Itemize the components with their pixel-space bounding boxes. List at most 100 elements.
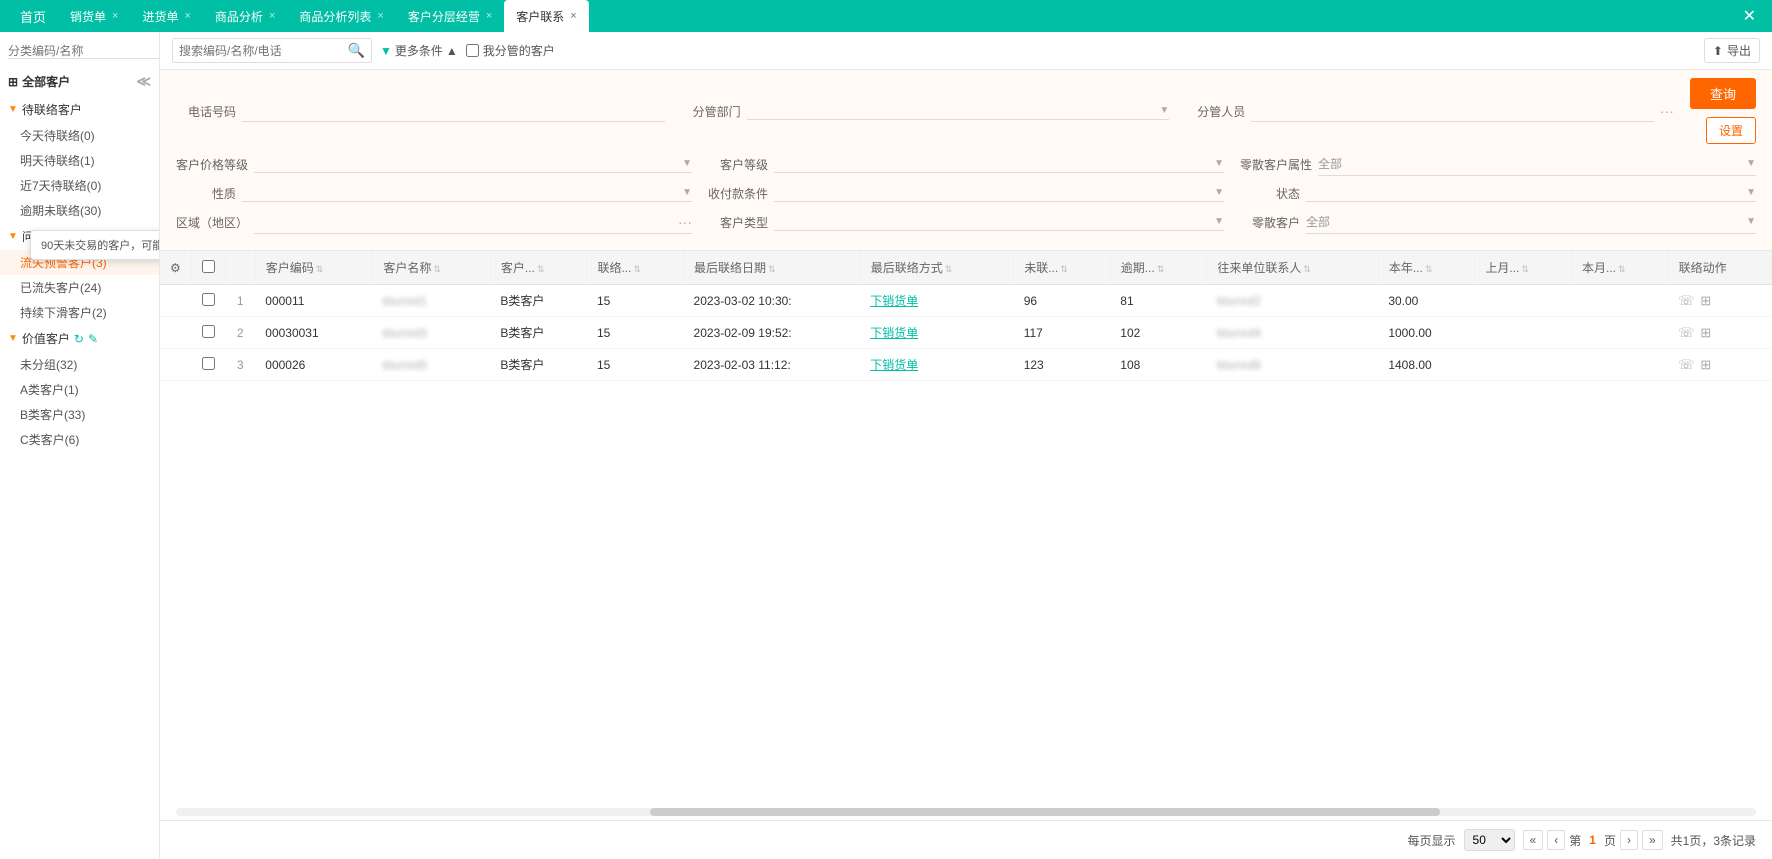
action-phone-icon-0[interactable]: ☏	[1678, 293, 1694, 309]
settings-cell-0	[160, 285, 191, 317]
prev-page-btn[interactable]: ‹	[1547, 830, 1565, 850]
retail-attr-select[interactable]: 全部 ▼	[1318, 152, 1756, 176]
dept-label: 分管部门	[681, 103, 741, 120]
thismonth-col-header[interactable]: 本月...⇅	[1572, 251, 1669, 285]
row-checkbox-2[interactable]	[202, 357, 215, 370]
nav-tab-4[interactable]: 客户分层经营 ×	[396, 0, 504, 32]
search-input[interactable]	[179, 44, 348, 58]
table-wrap: ⚙ 客户编码⇅ 客户名称⇅ 客户...⇅ 联络...⇅ 最后联络日期⇅ 最后联络…	[160, 251, 1772, 804]
sidebar-search-input[interactable]	[8, 44, 160, 59]
sidebar-item-churned[interactable]: 已流失客户(24)	[0, 275, 159, 300]
type-col-header[interactable]: 客户...⇅	[490, 251, 587, 285]
contact-col-header[interactable]: 联络...⇅	[587, 251, 684, 285]
scrollbar-thumb[interactable]	[650, 808, 1440, 816]
close-tab-3[interactable]: ×	[377, 10, 383, 22]
action-more-icon-2[interactable]: ⊞	[1700, 357, 1711, 373]
my-customers-toggle[interactable]: 我分管的客户	[466, 42, 555, 59]
settings-col-header[interactable]: ⚙	[160, 251, 191, 285]
lastdate-col-header[interactable]: 最后联络日期⇅	[684, 251, 861, 285]
dept-select[interactable]: ▼	[747, 102, 1170, 120]
sidebar-all-customers[interactable]: ⊞ 全部客户 ≪	[0, 67, 159, 96]
contact2-col-header[interactable]: 往来单位联系人⇅	[1207, 251, 1378, 285]
table-row: 3 000026 blurred5 B类客户 15 2023-02-03 11:…	[160, 349, 1772, 381]
customer-level-select[interactable]: ▼	[774, 155, 1224, 173]
table-footer: 每页显示 50 100 200 « ‹ 第 1 页 › » 共1页，3条记录	[160, 820, 1772, 859]
nav-tab-3[interactable]: 商品分析列表 ×	[287, 0, 395, 32]
last-page-btn[interactable]: »	[1642, 830, 1663, 850]
nav-tab-0[interactable]: 销货单 ×	[58, 0, 130, 32]
checkbox-cell-2[interactable]	[191, 349, 225, 381]
sidebar-item-c-class[interactable]: C类客户(6)	[0, 427, 159, 452]
code-col-header[interactable]: 客户编码⇅	[255, 251, 373, 285]
manager-more-icon[interactable]: ···	[1660, 103, 1674, 119]
row-checkbox-1[interactable]	[202, 325, 215, 338]
name-col-header[interactable]: 客户名称⇅	[373, 251, 491, 285]
nav-tab-2[interactable]: 商品分析 ×	[203, 0, 287, 32]
lastmethod-cell-1[interactable]: 下销货单	[860, 317, 1013, 349]
close-tab-4[interactable]: ×	[486, 10, 492, 22]
nature-select[interactable]: ▼	[242, 184, 692, 202]
action-phone-icon-2[interactable]: ☏	[1678, 357, 1694, 373]
my-customers-checkbox[interactable]	[466, 44, 479, 57]
horizontal-scrollbar[interactable]	[176, 808, 1756, 816]
customer-type-select[interactable]: ▼	[774, 213, 1224, 231]
retail-select[interactable]: 全部 ▼	[1306, 210, 1756, 234]
lastmonth-col-header[interactable]: 上月...⇅	[1475, 251, 1572, 285]
sidebar-collapse-icon[interactable]: ≪	[136, 73, 151, 90]
refresh-icon[interactable]: ↻	[74, 332, 84, 346]
search-button[interactable]: 🔍	[348, 42, 365, 59]
sidebar-item-a-class[interactable]: A类客户(1)	[0, 377, 159, 402]
export-button[interactable]: ⬆ 导出	[1704, 38, 1760, 63]
close-all-button[interactable]: ✕	[1735, 6, 1764, 26]
payment-select[interactable]: ▼	[774, 184, 1224, 202]
row-checkbox-0[interactable]	[202, 293, 215, 306]
status-label: 状态	[1240, 185, 1300, 202]
sidebar-group-pending[interactable]: ▼ 待联络客户	[0, 96, 159, 123]
per-page-select[interactable]: 50 100 200	[1464, 829, 1515, 851]
checkbox-cell-1[interactable]	[191, 317, 225, 349]
close-tab-2[interactable]: ×	[269, 10, 275, 22]
region-select[interactable]: ···	[254, 211, 692, 234]
customer-type-label: 客户类型	[708, 214, 768, 231]
edit-icon[interactable]: ✎	[88, 332, 98, 346]
filter-customer-type: 客户类型 ▼	[708, 213, 1224, 231]
sidebar-item-today[interactable]: 今天待联络(0)	[0, 123, 159, 148]
overdue-col-header[interactable]: 逾期...⇅	[1110, 251, 1207, 285]
settings-button[interactable]: 设置	[1706, 117, 1756, 144]
query-button[interactable]: 查询	[1690, 78, 1756, 109]
more-conditions-btn[interactable]: ▼ 更多条件 ▲	[380, 42, 458, 59]
uncontacted-col-header[interactable]: 未联...⇅	[1014, 251, 1111, 285]
close-tab-5[interactable]: ×	[570, 10, 576, 22]
action-more-icon-0[interactable]: ⊞	[1700, 293, 1711, 309]
lastmethod-cell-0[interactable]: 下销货单	[860, 285, 1013, 317]
thisyear-col-header[interactable]: 本年...⇅	[1378, 251, 1475, 285]
lastmethod-cell-2[interactable]: 下销货单	[860, 349, 1013, 381]
action-phone-icon-1[interactable]: ☏	[1678, 325, 1694, 341]
sidebar-item-ungrouped[interactable]: 未分组(32)	[0, 352, 159, 377]
sidebar-item-tomorrow[interactable]: 明天待联络(1)	[0, 148, 159, 173]
select-all-checkbox[interactable]	[202, 260, 215, 273]
region-more-icon[interactable]: ···	[678, 214, 692, 230]
close-tab-1[interactable]: ×	[184, 10, 190, 22]
sort-lastmethod-icon: ⇅	[945, 264, 953, 274]
price-level-select[interactable]: ▼	[254, 155, 692, 173]
status-select[interactable]: ▼	[1306, 184, 1756, 202]
next-page-btn[interactable]: ›	[1620, 830, 1638, 850]
sidebar-item-b-class[interactable]: B类客户(33)	[0, 402, 159, 427]
sidebar-item-7days[interactable]: 近7天待联络(0)	[0, 173, 159, 198]
checkbox-col-header[interactable]	[191, 251, 225, 285]
nav-home[interactable]: 首页	[8, 0, 58, 32]
first-page-btn[interactable]: «	[1523, 830, 1544, 850]
sidebar-group-value[interactable]: ▼ 价值客户 ↻ ✎	[0, 325, 159, 352]
close-tab-0[interactable]: ×	[112, 10, 118, 22]
sidebar-item-declining[interactable]: 持续下滑客户(2)	[0, 300, 159, 325]
checkbox-cell-0[interactable]	[191, 285, 225, 317]
lastmethod-col-header[interactable]: 最后联络方式⇅	[860, 251, 1013, 285]
page-label2: 页	[1604, 832, 1616, 849]
nav-tab-5[interactable]: 客户联系 ×	[504, 0, 588, 32]
nav-tab-1[interactable]: 进货单 ×	[130, 0, 202, 32]
phone-input[interactable]	[242, 101, 665, 122]
action-more-icon-1[interactable]: ⊞	[1700, 325, 1711, 341]
manager-input[interactable]	[1251, 101, 1654, 122]
sidebar-item-overdue[interactable]: 逾期未联络(30)	[0, 198, 159, 223]
